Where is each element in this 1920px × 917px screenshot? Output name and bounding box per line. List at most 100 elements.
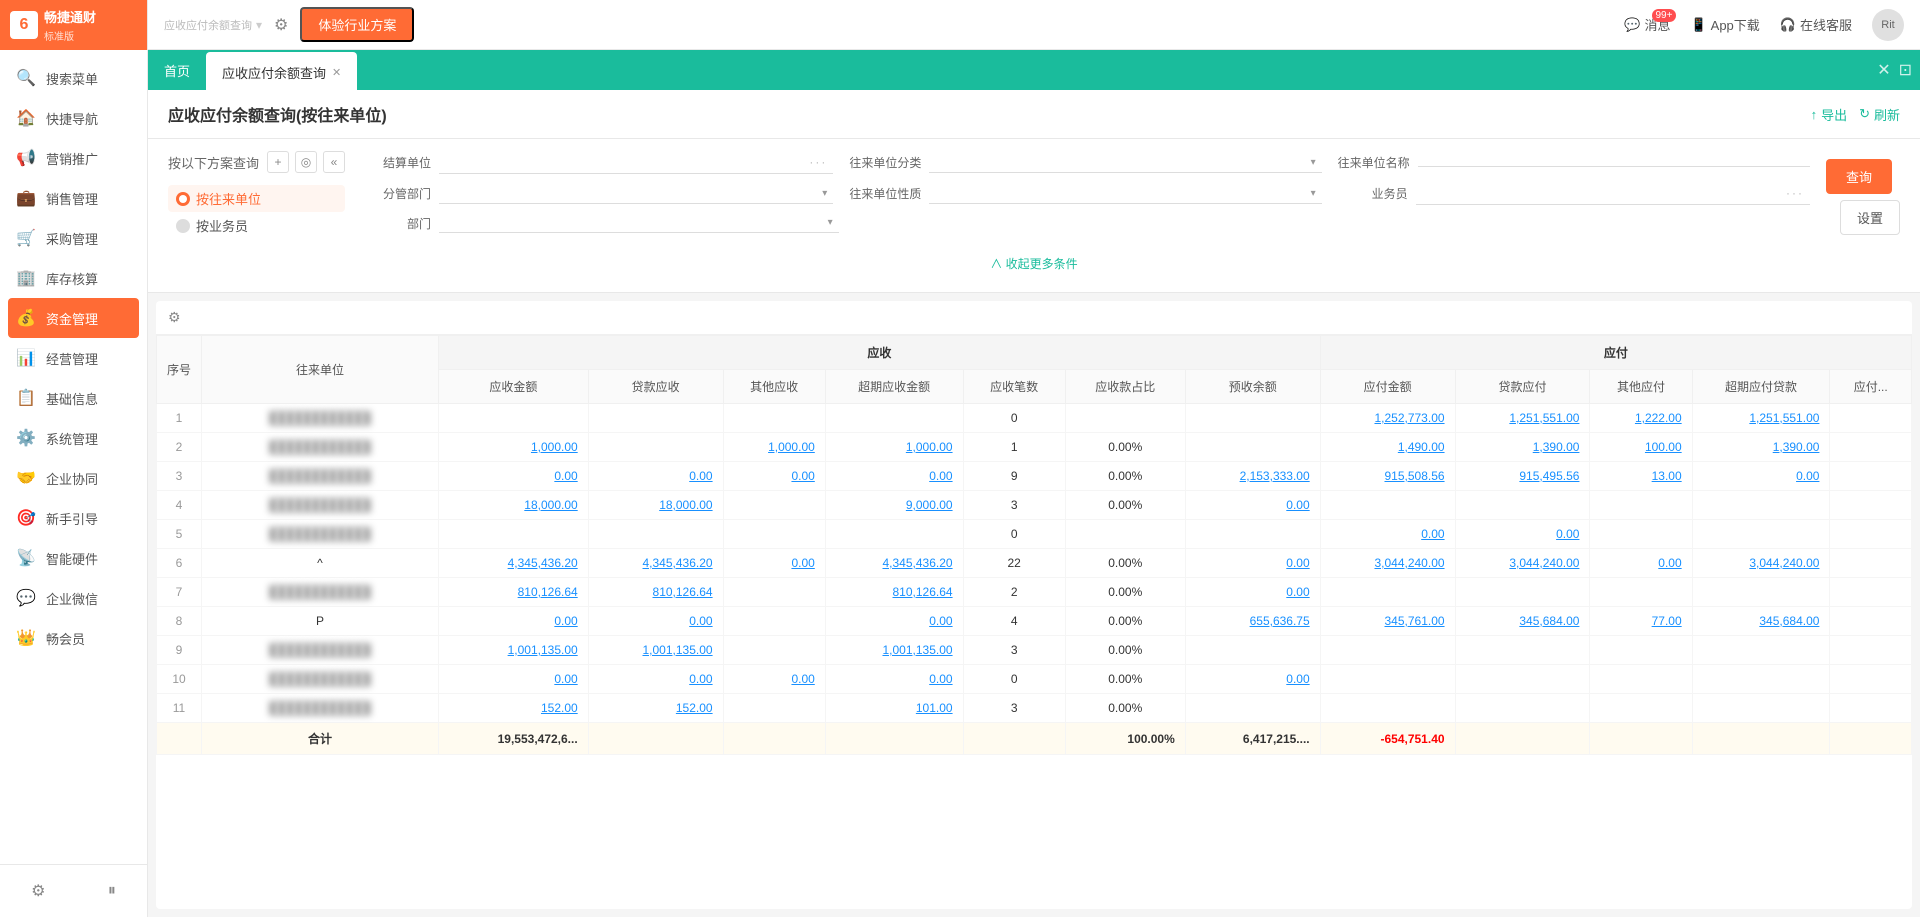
sidebar-item-system[interactable]: ⚙️ 系统管理 xyxy=(0,418,147,458)
row-number: 7 xyxy=(157,578,202,607)
salesman-input[interactable]: ··· xyxy=(1416,182,1810,205)
col-qqyfdk: 超期应付贷款 xyxy=(1692,370,1830,404)
sub-dept-select[interactable]: ▾ xyxy=(439,213,839,233)
row-number: 2 xyxy=(157,433,202,462)
vip-icon: 👑 xyxy=(16,628,36,648)
settlement-input[interactable]: ··· xyxy=(439,151,833,174)
tab-balance-query[interactable]: 应收应付余额查询 ✕ xyxy=(206,52,357,92)
company-name-input[interactable] xyxy=(1418,158,1810,167)
logo-text: 畅捷通财 xyxy=(44,7,96,26)
sidebar-item-label: 库存核算 xyxy=(46,269,98,288)
sidebar-item-beginner[interactable]: 🎯 新手引导 xyxy=(0,498,147,538)
refresh-icon: ↻ xyxy=(1859,106,1870,122)
page-actions: ↑ 导出 ↻ 刷新 xyxy=(1811,105,1900,124)
col-header-company: 往来单位 xyxy=(202,336,439,404)
filter-nav-by-salesman[interactable]: 按业务员 xyxy=(168,212,345,239)
col-yf-more: 应付... xyxy=(1830,370,1912,404)
data-table: 序号 往来单位 应收 应付 应收金额 贷款应收 其他应收 超期应收金额 应收笔数… xyxy=(156,335,1912,755)
add-filter-button[interactable]: + xyxy=(267,151,289,173)
col-ysbis: 应收笔数 xyxy=(963,370,1065,404)
sidebar-item-marketing[interactable]: 📢 营销推广 xyxy=(0,138,147,178)
filter-nav: 按以下方案查询 + ◎ « 按往来单位 按业务员 xyxy=(168,151,345,243)
sidebar-item-label: 基础信息 xyxy=(46,389,98,408)
table-settings-icon[interactable]: ⚙ xyxy=(168,309,181,326)
pause-icon[interactable]: ⏸ xyxy=(102,876,122,906)
settings-bottom-icon[interactable]: ⚙ xyxy=(25,875,51,907)
sidebar-item-label: 营销推广 xyxy=(46,149,98,168)
message-button[interactable]: 💬 消息 99+ xyxy=(1624,15,1670,34)
online-service-button[interactable]: 🎧 在线客服 xyxy=(1780,15,1852,34)
sidebar-item-label: 采购管理 xyxy=(46,229,98,248)
company-type-select[interactable]: ▾ xyxy=(929,153,1321,173)
filter-nav-company-label: 按往来单位 xyxy=(196,189,261,208)
export-button[interactable]: ↑ 导出 xyxy=(1811,105,1848,124)
logo-sub: 标准版 xyxy=(44,28,96,43)
col-yskzb: 应收款占比 xyxy=(1065,370,1185,404)
promo-button[interactable]: 体验行业方案 xyxy=(300,7,414,42)
footer-ysy: 6,417,215.... xyxy=(1185,723,1320,755)
beginner-icon: 🎯 xyxy=(16,508,36,528)
query-button[interactable]: 查询 xyxy=(1826,159,1892,194)
chevron-down-icon: ▾ xyxy=(1311,188,1316,199)
gear-icon[interactable]: ⚙ xyxy=(274,15,288,35)
filter-nav-by-company[interactable]: 按往来单位 xyxy=(168,185,345,212)
col-qtys: 其他应收 xyxy=(723,370,825,404)
filter-dot-inactive xyxy=(176,219,190,233)
footer-yingshou-je[interactable]: 19,553,472,6... xyxy=(438,723,588,755)
sidebar-item-smart-hardware[interactable]: 📡 智能硬件 xyxy=(0,538,147,578)
settlement-label: 结算单位 xyxy=(361,154,431,171)
close-window-icon[interactable]: ✕ xyxy=(1877,60,1890,80)
sidebar-item-enterprise-collab[interactable]: 🤝 企业协同 xyxy=(0,458,147,498)
company-name-label: 往来单位名称 xyxy=(1338,154,1410,171)
footer-empty xyxy=(157,723,202,755)
edit-filter-button[interactable]: ◎ xyxy=(295,151,317,173)
table-row: 1████████████01,252,773.001,251,551.001,… xyxy=(157,404,1912,433)
row-number: 5 xyxy=(157,520,202,549)
sidebar-item-label: 搜索菜单 xyxy=(46,69,98,88)
dept-select[interactable]: ▾ xyxy=(439,184,833,204)
sidebar-item-sales[interactable]: 💼 销售管理 xyxy=(0,178,147,218)
refresh-button[interactable]: ↻ 刷新 xyxy=(1859,105,1900,124)
table-row: 6^4,345,436.204,345,436.200.004,345,436.… xyxy=(157,549,1912,578)
sidebar-item-vip[interactable]: 👑 畅会员 xyxy=(0,618,147,658)
row-number: 10 xyxy=(157,665,202,694)
sidebar-item-operations[interactable]: 📊 经营管理 xyxy=(0,338,147,378)
setting-button[interactable]: 设置 xyxy=(1840,200,1900,235)
sidebar-item-base-info[interactable]: 📋 基础信息 xyxy=(0,378,147,418)
filter-header-icons: + ◎ « xyxy=(267,151,345,173)
sidebar-item-wechat[interactable]: 💬 企业微信 xyxy=(0,578,147,618)
sidebar-item-inventory[interactable]: 🏢 库存核算 xyxy=(0,258,147,298)
table-section: ⚙ 序号 往来单位 应收 应付 应收金额 贷款应收 其他应收 超期应收金额 应收… xyxy=(156,301,1912,909)
maximize-icon[interactable]: ⊡ xyxy=(1899,60,1912,80)
col-qqysje: 超期应收金额 xyxy=(825,370,963,404)
tab-close-icon[interactable]: ✕ xyxy=(332,66,341,79)
company-name-cell: ████████████ xyxy=(202,636,439,665)
collapse-label: 收起更多条件 xyxy=(1006,257,1078,271)
company-nature-select[interactable]: ▾ xyxy=(929,184,1321,204)
sidebar-item-label: 畅会员 xyxy=(46,629,85,648)
chevron-down-icon: ▾ xyxy=(822,188,827,199)
table-row: 11████████████152.00152.00101.0030.00% xyxy=(157,694,1912,723)
user-avatar-button[interactable]: Rit xyxy=(1872,9,1904,41)
sub-dept-label: 部门 xyxy=(361,215,431,232)
base-info-icon: 📋 xyxy=(16,388,36,408)
tab-home[interactable]: 首页 xyxy=(148,50,206,90)
topbar: 应收应付余额查询 ▾ ⚙ 体验行业方案 💬 消息 99+ 📱 App下载 🎧 在… xyxy=(148,0,1920,50)
collapse-button[interactable]: ∧ 收起更多条件 xyxy=(168,247,1900,280)
row-number: 4 xyxy=(157,491,202,520)
collapse-filter-button[interactable]: « xyxy=(323,151,345,173)
sidebar-item-finance[interactable]: 💰 资金管理 xyxy=(8,298,139,338)
table-row: 9████████████1,001,135.001,001,135.001,0… xyxy=(157,636,1912,665)
sidebar-item-label: 新手引导 xyxy=(46,509,98,528)
sidebar-item-search-menu[interactable]: 🔍 搜索菜单 xyxy=(0,58,147,98)
search-menu-icon: 🔍 xyxy=(16,68,36,88)
col-group-yingfu: 应付 xyxy=(1320,336,1911,370)
company-name-cell: ████████████ xyxy=(202,578,439,607)
sidebar-item-quick-nav[interactable]: 🏠 快捷导航 xyxy=(0,98,147,138)
company-name-cell: ████████████ xyxy=(202,404,439,433)
sidebar-item-purchase[interactable]: 🛒 采购管理 xyxy=(0,218,147,258)
row-number: 3 xyxy=(157,462,202,491)
sidebar-logo: 6 畅捷通财 标准版 xyxy=(0,0,147,50)
filter-row-company-type: 往来单位分类 ▾ xyxy=(849,151,1321,174)
app-download-button[interactable]: 📱 App下载 xyxy=(1690,15,1759,34)
